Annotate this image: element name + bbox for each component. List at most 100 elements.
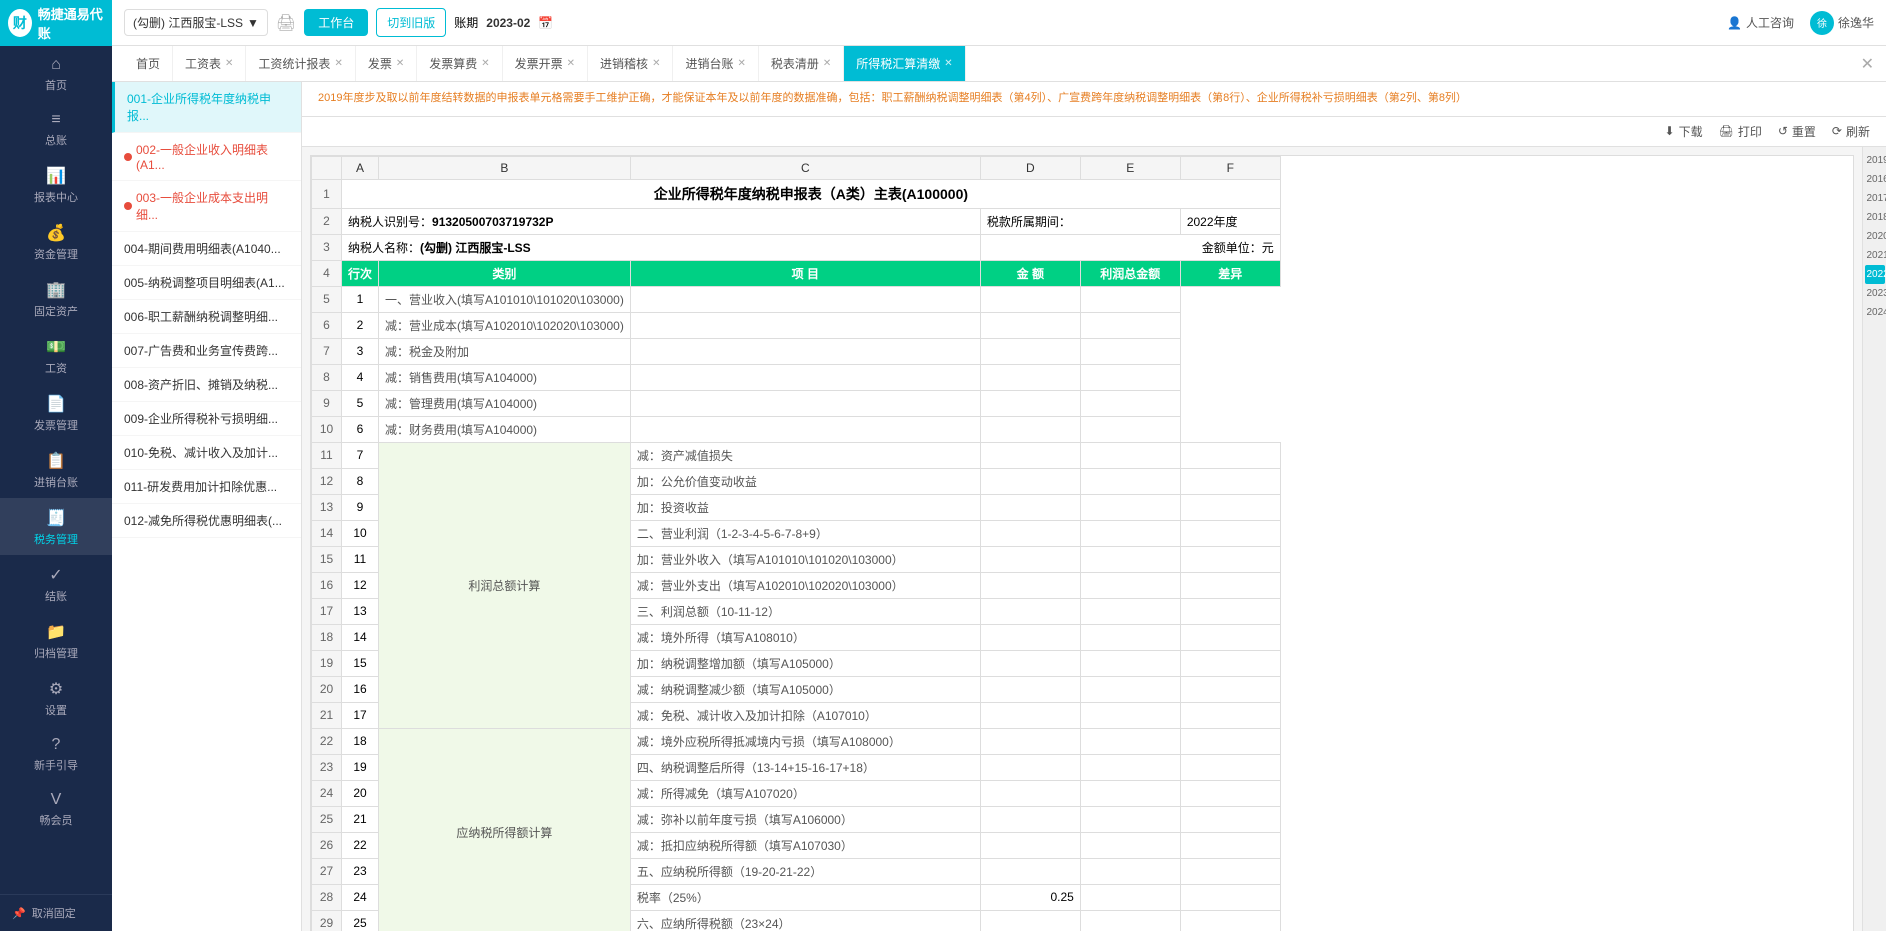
cell-quane-8[interactable] — [630, 364, 980, 390]
nav-tab-所得税汇算清缴[interactable]: 所得税汇算清缴✕ — [844, 46, 965, 82]
reset-button[interactable]: ↺ 重置 — [1778, 123, 1816, 140]
cell-xiangmu-11[interactable]: 减：资产减值损失 — [630, 442, 980, 468]
cell-lirun-18[interactable] — [1080, 624, 1180, 650]
cell-lirun-9[interactable] — [980, 390, 1080, 416]
cell-chay-10[interactable] — [1080, 416, 1180, 442]
sidebar-item-new-guide[interactable]: ?新手引导 — [0, 726, 112, 781]
cell-num-12[interactable]: 8 — [342, 468, 379, 494]
cell-xiangmu-6[interactable]: 减：营业成本(填写A102010\102020\103000) — [379, 312, 631, 338]
left-panel-item-003[interactable]: 003-一般企业成本支出明细... — [112, 181, 301, 232]
cell-quane-6[interactable] — [630, 312, 980, 338]
cell-lirun-14[interactable] — [1080, 520, 1180, 546]
cell-quane-25[interactable] — [980, 806, 1080, 832]
cell-quane-14[interactable] — [980, 520, 1080, 546]
nav-tab-进销台账[interactable]: 进销台账✕ — [673, 46, 758, 82]
cell-chay-5[interactable] — [1080, 286, 1180, 312]
cell-xiangmu-28[interactable]: 税率（25%） — [630, 884, 980, 910]
cell-lirun-16[interactable] — [1080, 572, 1180, 598]
left-panel-item-007[interactable]: 007-广告费和业务宣传费跨... — [112, 334, 301, 368]
cell-quane-18[interactable] — [980, 624, 1080, 650]
cell-lirun-29[interactable] — [1080, 910, 1180, 931]
cell-num-29[interactable]: 25 — [342, 910, 379, 931]
cell-xiangmu-19[interactable]: 加：纳税调整增加额（填写A105000） — [630, 650, 980, 676]
left-panel-item-002[interactable]: 002-一般企业收入明细表(A1... — [112, 133, 301, 181]
sidebar-item-vip-member[interactable]: V畅会员 — [0, 781, 112, 836]
cell-xiangmu-27[interactable]: 五、应纳税所得额（19-20-21-22） — [630, 858, 980, 884]
left-panel-item-009[interactable]: 009-企业所得税补亏损明细... — [112, 402, 301, 436]
cell-quane-20[interactable] — [980, 676, 1080, 702]
cell-num-14[interactable]: 10 — [342, 520, 379, 546]
year-nav-2021[interactable]: 2021 — [1865, 246, 1885, 265]
cell-chay-23[interactable] — [1180, 754, 1280, 780]
cancel-fixed-btn[interactable]: 📌 取消固定 — [0, 895, 112, 931]
cell-num-11[interactable]: 7 — [342, 442, 379, 468]
cell-num-10[interactable]: 6 — [342, 416, 379, 442]
cell-chay-20[interactable] — [1180, 676, 1280, 702]
cell-xiangmu-25[interactable]: 减：弥补以前年度亏损（填写A106000） — [630, 806, 980, 832]
cell-quane-28[interactable]: 0.25 — [980, 884, 1080, 910]
cell-quane-21[interactable] — [980, 702, 1080, 728]
cell-lirun-17[interactable] — [1080, 598, 1180, 624]
cell-num-23[interactable]: 19 — [342, 754, 379, 780]
sidebar-item-home[interactable]: ⌂首页 — [0, 46, 112, 101]
cell-num-21[interactable]: 17 — [342, 702, 379, 728]
cell-xiangmu-23[interactable]: 四、纳税调整后所得（13-14+15-16-17+18） — [630, 754, 980, 780]
year-nav-2020[interactable]: 2020 — [1865, 227, 1885, 246]
cell-num-19[interactable]: 15 — [342, 650, 379, 676]
sidebar-item-payroll[interactable]: 💵工资 — [0, 327, 112, 384]
cell-xiangmu-18[interactable]: 减：境外所得（填写A108010） — [630, 624, 980, 650]
cell-quane-5[interactable] — [630, 286, 980, 312]
download-button[interactable]: ⬇ 下载 — [1665, 123, 1703, 140]
cell-lirun-25[interactable] — [1080, 806, 1180, 832]
sidebar-item-tax-mgmt[interactable]: 🧾税务管理 — [0, 498, 112, 555]
tab-close-icon[interactable]: ✕ — [823, 58, 831, 69]
nav-tab-发票开票[interactable]: 发票开票✕ — [503, 46, 588, 82]
cell-quane-19[interactable] — [980, 650, 1080, 676]
tab-close-icon[interactable]: ✕ — [334, 58, 342, 69]
cell-num-13[interactable]: 9 — [342, 494, 379, 520]
cell-xiangmu-9[interactable]: 减：管理费用(填写A104000) — [379, 390, 631, 416]
cell-chay-14[interactable] — [1180, 520, 1280, 546]
cell-lirun-23[interactable] — [1080, 754, 1180, 780]
tab-close-icon[interactable]: ✕ — [737, 58, 745, 69]
cell-num-9[interactable]: 5 — [342, 390, 379, 416]
cell-quane-22[interactable] — [980, 728, 1080, 754]
cell-num-28[interactable]: 24 — [342, 884, 379, 910]
service-btn[interactable]: 👤 人工咨询 — [1727, 14, 1794, 31]
cell-num-22[interactable]: 18 — [342, 728, 379, 754]
nav-tab-工资统计报表[interactable]: 工资统计报表✕ — [246, 46, 355, 82]
cell-quane-24[interactable] — [980, 780, 1080, 806]
year-nav-2023[interactable]: 2023 — [1865, 284, 1885, 303]
year-nav-2018[interactable]: 2018 — [1865, 208, 1885, 227]
cell-chay-16[interactable] — [1180, 572, 1280, 598]
tab-close-icon[interactable]: ✕ — [396, 58, 404, 69]
cell-lirun-19[interactable] — [1080, 650, 1180, 676]
left-panel-item-011[interactable]: 011-研发费用加计扣除优惠... — [112, 470, 301, 504]
cell-xiangmu-14[interactable]: 二、营业利润（1-2-3-4-5-6-7-8+9） — [630, 520, 980, 546]
cell-xiangmu-24[interactable]: 减：所得减免（填写A107020） — [630, 780, 980, 806]
print-button[interactable]: 🖨 打印 — [1719, 123, 1762, 140]
tab-close-icon[interactable]: ✕ — [944, 58, 952, 69]
user-info[interactable]: 徐 徐逸华 — [1810, 11, 1874, 35]
nav-tab-进销稽核[interactable]: 进销稽核✕ — [588, 46, 673, 82]
cell-lirun-6[interactable] — [980, 312, 1080, 338]
nav-tab-税表清册[interactable]: 税表清册✕ — [759, 46, 844, 82]
sidebar-item-sales-ledger[interactable]: 📋进销台账 — [0, 441, 112, 498]
year-nav-2024[interactable]: 2024 — [1865, 303, 1885, 322]
cell-quane-10[interactable] — [630, 416, 980, 442]
cell-chay-11[interactable] — [1180, 442, 1280, 468]
cell-xiangmu-21[interactable]: 减：免税、减计收入及加计扣除（A107010） — [630, 702, 980, 728]
cell-chay-9[interactable] — [1080, 390, 1180, 416]
company-selector[interactable]: (勾删) 江西服宝-LSS ▼ — [124, 9, 268, 36]
cell-num-5[interactable]: 1 — [342, 286, 379, 312]
nav-tab-首页[interactable]: 首页 — [124, 46, 173, 82]
cell-chay-17[interactable] — [1180, 598, 1280, 624]
left-panel-item-006[interactable]: 006-职工薪酬纳税调整明细... — [112, 300, 301, 334]
sidebar-item-invoice-mgmt[interactable]: 📄发票管理 — [0, 384, 112, 441]
cell-chay-15[interactable] — [1180, 546, 1280, 572]
cell-lirun-7[interactable] — [980, 338, 1080, 364]
refresh-button[interactable]: ⟳ 刷新 — [1832, 123, 1870, 140]
cell-num-8[interactable]: 4 — [342, 364, 379, 390]
cell-quane-11[interactable] — [980, 442, 1080, 468]
cell-xiangmu-17[interactable]: 三、利润总额（10-11-12） — [630, 598, 980, 624]
